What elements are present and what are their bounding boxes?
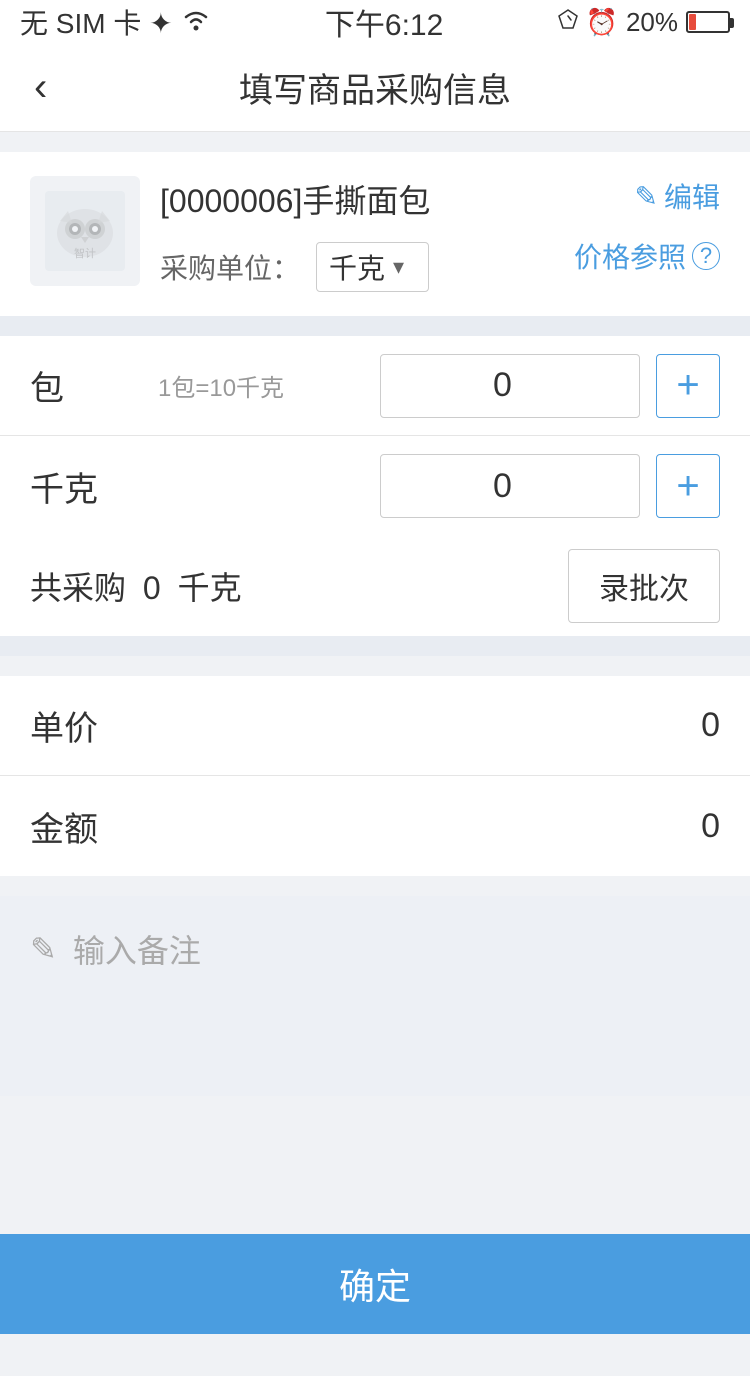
kg-quantity-input[interactable] xyxy=(380,454,640,518)
page-title: 填写商品采购信息 xyxy=(239,63,511,112)
summary-row: 共采购 0 千克 录批次 xyxy=(0,536,750,636)
kg-label: 千克 xyxy=(30,462,150,511)
unit-label: 采购单位： xyxy=(160,247,300,287)
kg-input-row: 千克 + xyxy=(0,436,750,536)
location-icon xyxy=(558,7,578,38)
product-logo: 智计 xyxy=(45,191,125,271)
battery-icon xyxy=(686,11,730,33)
help-icon: ? xyxy=(692,242,720,270)
product-unit-row: 采购单位： 千克 ▾ xyxy=(160,242,554,292)
product-thumbnail: 智计 xyxy=(30,176,140,286)
wifi-icon xyxy=(181,6,211,38)
no-sim-text: 无 SIM 卡 ✦ xyxy=(20,2,173,42)
svg-text:智计: 智计 xyxy=(74,246,96,260)
input-section: 包 1包=10千克 + 千克 + xyxy=(0,336,750,536)
summary-amount: 0 xyxy=(143,570,161,606)
battery-percent: 20% xyxy=(626,7,678,38)
status-time: 下午6:12 xyxy=(325,0,443,44)
divider-1 xyxy=(0,316,750,336)
nav-bar: ‹ 填写商品采购信息 xyxy=(0,44,750,132)
product-card: 智计 [0000006]手撕面包 采购单位： 千克 ▾ ✎ 编辑 价格参照 ? xyxy=(0,152,750,316)
unit-price-value: 0 xyxy=(701,706,720,745)
divider-2 xyxy=(0,636,750,656)
bao-sublabel: 1包=10千克 xyxy=(158,368,284,403)
bao-label: 包 xyxy=(30,361,150,410)
kg-plus-button[interactable]: + xyxy=(656,454,720,518)
unit-price-row: 单价 0 xyxy=(0,676,750,776)
unit-value: 千克 xyxy=(329,247,385,287)
dropdown-arrow-icon: ▾ xyxy=(393,254,404,280)
product-actions: ✎ 编辑 价格参照 ? xyxy=(574,176,720,276)
alarm-icon: ⏰ xyxy=(586,7,618,38)
amount-label: 金额 xyxy=(30,802,701,851)
unit-select[interactable]: 千克 ▾ xyxy=(316,242,429,292)
summary-text: 共采购 0 千克 xyxy=(30,563,568,609)
amount-row: 金额 0 xyxy=(0,776,750,876)
product-info: [0000006]手撕面包 采购单位： 千克 ▾ xyxy=(160,176,554,292)
status-right: ⏰ 20% xyxy=(558,7,730,38)
pencil-icon: ✎ xyxy=(30,930,57,968)
price-section: 单价 0 金额 0 xyxy=(0,676,750,876)
amount-value: 0 xyxy=(701,807,720,846)
batch-record-button[interactable]: 录批次 xyxy=(568,549,720,623)
price-reference-button[interactable]: 价格参照 ? xyxy=(574,236,720,276)
edit-button[interactable]: ✎ 编辑 xyxy=(635,176,720,216)
status-bar: 无 SIM 卡 ✦ 下午6:12 ⏰ 20% xyxy=(0,0,750,44)
status-left: 无 SIM 卡 ✦ xyxy=(20,2,211,42)
note-placeholder: 输入备注 xyxy=(73,926,201,972)
bao-plus-button[interactable]: + xyxy=(656,354,720,418)
unit-price-label: 单价 xyxy=(30,701,701,750)
product-name: [0000006]手撕面包 xyxy=(160,176,554,222)
back-button[interactable]: ‹ xyxy=(24,55,57,120)
bao-input-row: 包 1包=10千克 + xyxy=(0,336,750,436)
edit-icon: ✎ xyxy=(635,180,658,213)
bao-quantity-input[interactable] xyxy=(380,354,640,418)
note-input-row: ✎ 输入备注 xyxy=(30,926,720,972)
note-section[interactable]: ✎ 输入备注 xyxy=(0,896,750,1096)
confirm-button[interactable]: 确定 xyxy=(0,1234,750,1334)
